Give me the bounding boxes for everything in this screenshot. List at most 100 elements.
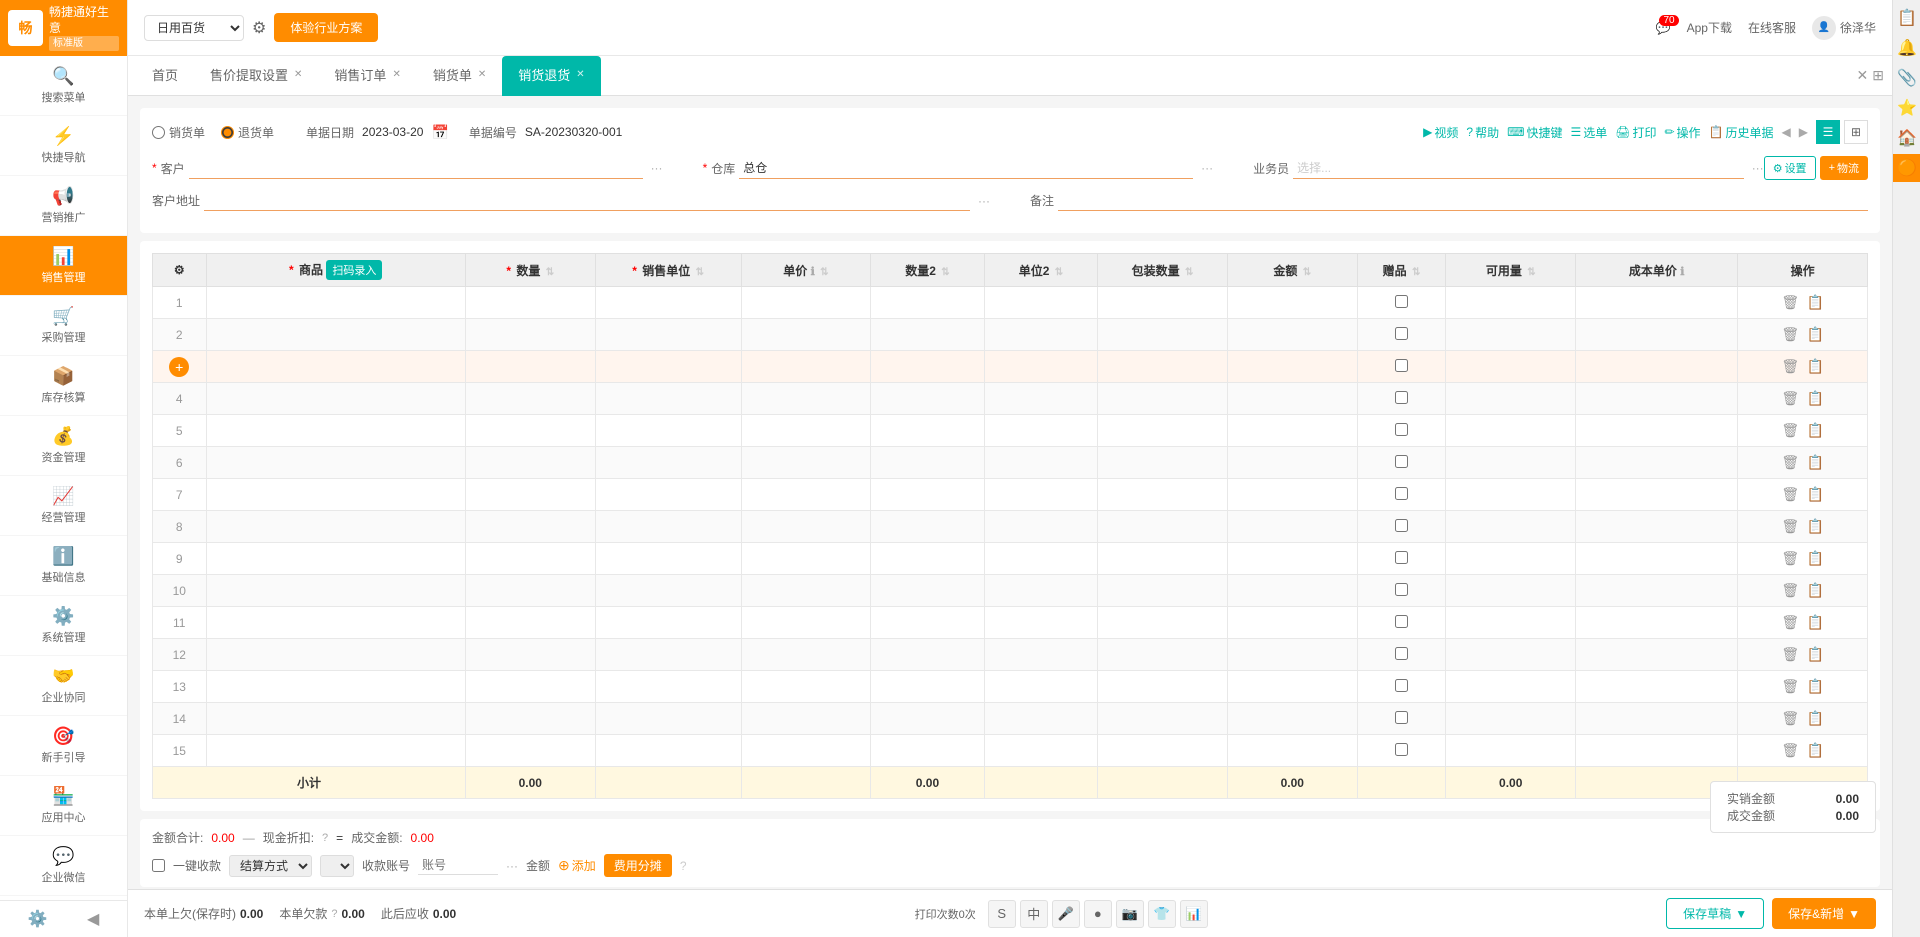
- delete-row-button[interactable]: 🗑: [1779, 484, 1801, 505]
- copy-row-button[interactable]: 📋: [1804, 356, 1825, 377]
- sidebar-item-0[interactable]: 🔍搜索菜单: [0, 56, 127, 116]
- qty-cell[interactable]: [465, 575, 595, 607]
- unit2-cell[interactable]: [984, 639, 1097, 671]
- sale-unit-cell[interactable]: [595, 351, 741, 383]
- pack-qty-cell[interactable]: [1098, 703, 1228, 735]
- sale-bill-radio[interactable]: [152, 126, 165, 139]
- warehouse-input[interactable]: [739, 158, 1193, 179]
- tab-2[interactable]: 销售订单✕: [318, 56, 416, 96]
- qty-cell[interactable]: [465, 415, 595, 447]
- split-button[interactable]: 费用分摊: [604, 854, 672, 877]
- product-cell[interactable]: [206, 575, 465, 607]
- sale-unit-cell[interactable]: [595, 543, 741, 575]
- amount-cell[interactable]: [1227, 671, 1357, 703]
- delete-row-button[interactable]: 🗑: [1779, 420, 1801, 441]
- unit2-cell[interactable]: [984, 383, 1097, 415]
- qty2-cell[interactable]: [871, 383, 984, 415]
- sidebar-item-5[interactable]: 📦库存核算: [0, 356, 127, 416]
- qty-cell[interactable]: [465, 671, 595, 703]
- unit2-cell[interactable]: [984, 607, 1097, 639]
- unit2-cell[interactable]: [984, 543, 1097, 575]
- sale-unit-sort-icon[interactable]: ⇅: [696, 267, 704, 278]
- cost-unit-price-cell[interactable]: [1576, 543, 1738, 575]
- available-cell[interactable]: [1446, 671, 1576, 703]
- sidebar-item-6[interactable]: 💰资金管理: [0, 416, 127, 476]
- amount-cell[interactable]: [1227, 351, 1357, 383]
- cost-unit-price-cell[interactable]: [1576, 383, 1738, 415]
- gift-cell[interactable]: [1357, 351, 1446, 383]
- qty-cell[interactable]: [465, 351, 595, 383]
- amount-cell[interactable]: [1227, 319, 1357, 351]
- pack-qty-cell[interactable]: [1098, 639, 1228, 671]
- cost-unit-price-cell[interactable]: [1576, 479, 1738, 511]
- sale-unit-cell[interactable]: [595, 383, 741, 415]
- available-cell[interactable]: [1446, 735, 1576, 767]
- gift-checkbox[interactable]: [1395, 391, 1408, 404]
- product-cell[interactable]: [206, 639, 465, 671]
- sale-unit-cell[interactable]: [595, 319, 741, 351]
- rip-icon-1[interactable]: 📋: [1893, 4, 1920, 32]
- gift-checkbox[interactable]: [1395, 743, 1408, 756]
- qty-cell[interactable]: [465, 319, 595, 351]
- rip-icon-4[interactable]: ⭐: [1893, 94, 1920, 122]
- sale-unit-cell[interactable]: [595, 511, 741, 543]
- qty2-cell[interactable]: [871, 479, 984, 511]
- topbar-gear-icon[interactable]: ⚙: [252, 18, 266, 38]
- available-cell[interactable]: [1446, 703, 1576, 735]
- account-more-icon[interactable]: ···: [506, 859, 518, 873]
- product-cell[interactable]: [206, 351, 465, 383]
- sidebar-settings-icon[interactable]: ⚙️: [28, 909, 48, 929]
- gift-checkbox[interactable]: [1395, 519, 1408, 532]
- qty2-cell[interactable]: [871, 575, 984, 607]
- copy-row-button[interactable]: 📋: [1804, 324, 1825, 345]
- qty2-cell[interactable]: [871, 287, 984, 319]
- delete-row-button[interactable]: 🗑: [1779, 644, 1801, 665]
- sale-unit-cell[interactable]: [595, 415, 741, 447]
- return-bill-radio-label[interactable]: 退货单: [221, 124, 274, 141]
- account-input[interactable]: [418, 856, 498, 875]
- pack-qty-cell[interactable]: [1098, 383, 1228, 415]
- cash-discount-info-icon[interactable]: ?: [322, 832, 328, 844]
- pack-qty-cell[interactable]: [1098, 511, 1228, 543]
- qty2-cell[interactable]: [871, 351, 984, 383]
- product-cell[interactable]: [206, 479, 465, 511]
- unit2-cell[interactable]: [984, 511, 1097, 543]
- gift-cell[interactable]: [1357, 543, 1446, 575]
- sidebar-item-11[interactable]: 🎯新手引导: [0, 716, 127, 776]
- product-input[interactable]: [213, 359, 459, 374]
- available-cell[interactable]: [1446, 543, 1576, 575]
- unit-price-cell[interactable]: [741, 639, 871, 671]
- product-cell[interactable]: [206, 543, 465, 575]
- address-more-icon[interactable]: ···: [978, 194, 990, 208]
- product-cell[interactable]: [206, 415, 465, 447]
- gift-cell[interactable]: [1357, 287, 1446, 319]
- save-new-chevron-icon[interactable]: ▼: [1848, 907, 1860, 921]
- sidebar-item-10[interactable]: 🤝企业协同: [0, 656, 127, 716]
- rip-icon-5[interactable]: 🏠: [1893, 124, 1920, 152]
- gift-cell[interactable]: [1357, 639, 1446, 671]
- one-key-pay-checkbox[interactable]: [152, 859, 165, 872]
- tab-1[interactable]: 售价提取设置✕: [194, 56, 318, 96]
- unit2-cell[interactable]: [984, 575, 1097, 607]
- available-cell[interactable]: [1446, 607, 1576, 639]
- delete-row-button[interactable]: 🗑: [1779, 516, 1801, 537]
- qty2-cell[interactable]: [871, 735, 984, 767]
- amount-cell[interactable]: [1227, 479, 1357, 511]
- tab-3[interactable]: 销货单✕: [417, 56, 502, 96]
- single-debt-info-icon[interactable]: ?: [331, 908, 337, 920]
- sale-unit-cell[interactable]: [595, 671, 741, 703]
- amount-sort-icon[interactable]: ⇅: [1303, 267, 1311, 278]
- gift-checkbox[interactable]: [1395, 583, 1408, 596]
- unit-price-cell[interactable]: [741, 575, 871, 607]
- pack-qty-cell[interactable]: [1098, 447, 1228, 479]
- billing-method-select[interactable]: [320, 855, 354, 877]
- sale-unit-cell[interactable]: [595, 735, 741, 767]
- cost-unit-price-cell[interactable]: [1576, 639, 1738, 671]
- save-draft-button[interactable]: 保存草稿 ▼: [1666, 898, 1764, 929]
- gift-checkbox[interactable]: [1395, 487, 1408, 500]
- return-bill-radio[interactable]: [221, 126, 234, 139]
- delete-row-button[interactable]: 🗑: [1779, 292, 1801, 313]
- tabbar-expand-icon[interactable]: ⊞: [1872, 67, 1884, 84]
- product-cell[interactable]: [206, 287, 465, 319]
- sidebar-item-1[interactable]: ⚡快捷导航: [0, 116, 127, 176]
